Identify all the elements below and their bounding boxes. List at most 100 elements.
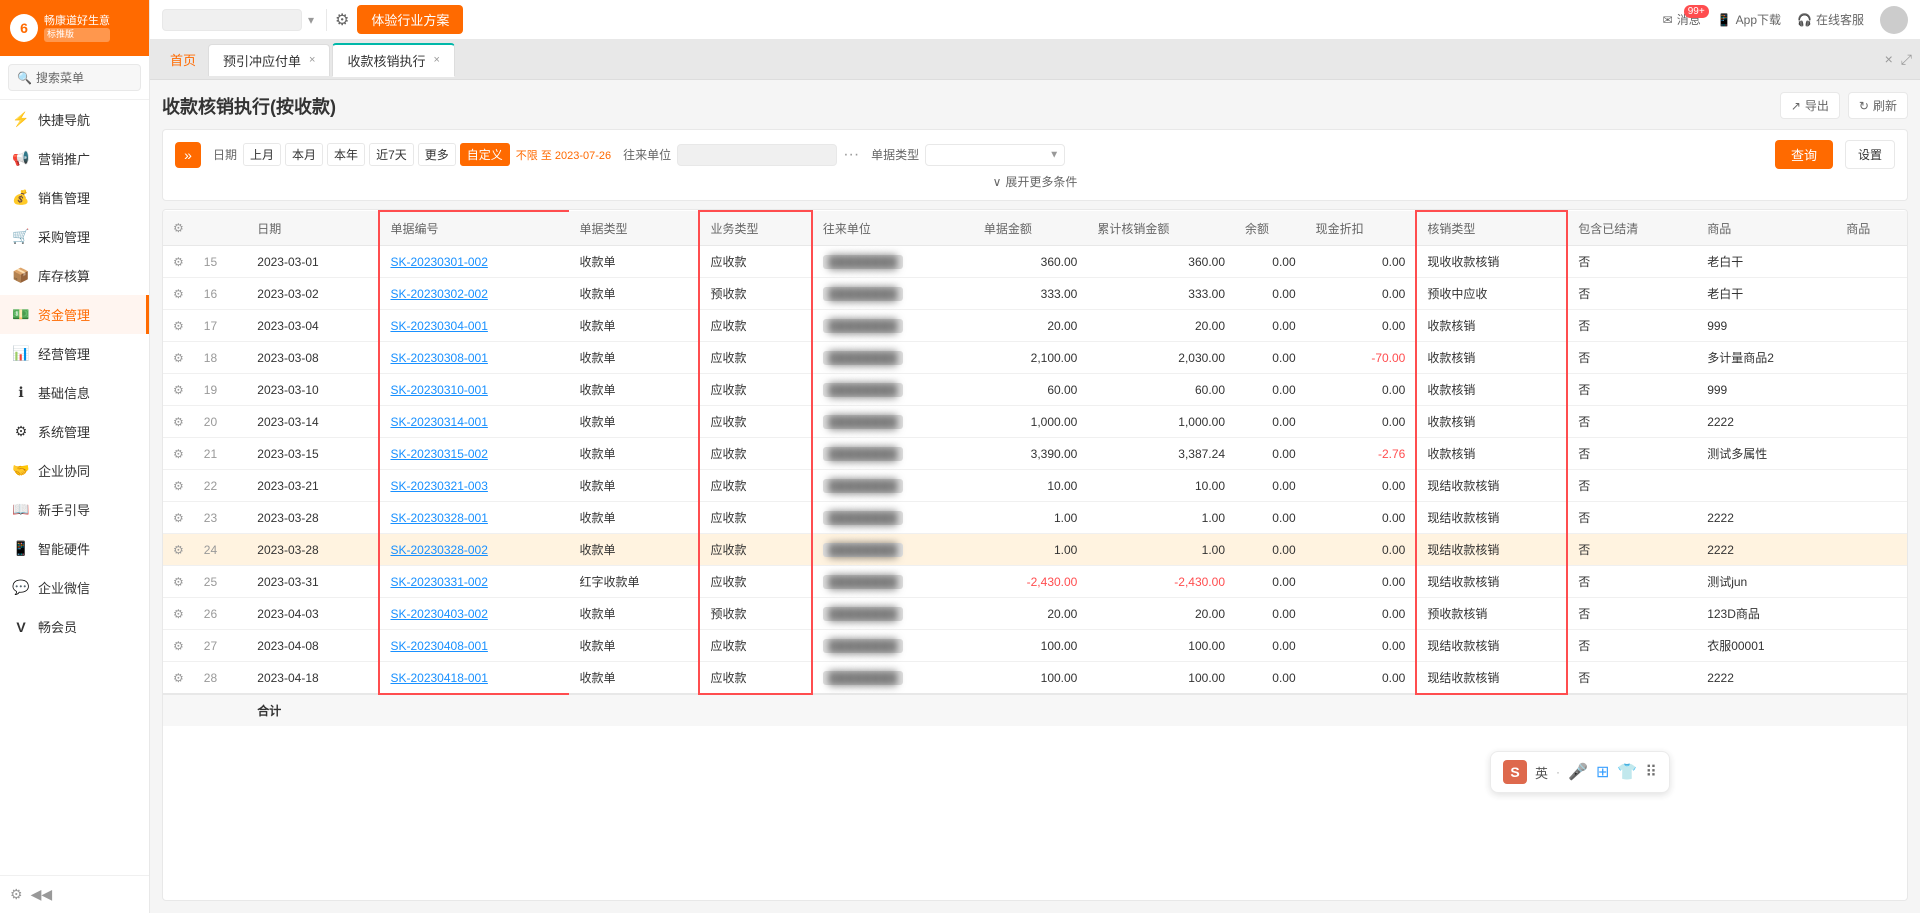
row-bill-no[interactable]: SK-20230304-001	[379, 310, 569, 342]
table-row[interactable]: ⚙ 26 2023-04-03 SK-20230403-002 收款单 预收款 …	[163, 598, 1907, 630]
table-row[interactable]: ⚙ 18 2023-03-08 SK-20230308-001 收款单 应收款 …	[163, 342, 1907, 374]
window-close-button[interactable]: ×	[1885, 51, 1893, 68]
row-settings[interactable]: ⚙	[163, 406, 194, 438]
export-button[interactable]: ↗ 导出	[1780, 92, 1840, 119]
user-avatar[interactable]	[1880, 6, 1908, 34]
app-download-button[interactable]: 📱 App下载	[1717, 11, 1781, 28]
partner-dots-button[interactable]: ···	[843, 146, 859, 164]
topbar-search-input[interactable]	[162, 9, 302, 31]
row-settings[interactable]: ⚙	[163, 630, 194, 662]
table-row[interactable]: ⚙ 17 2023-03-04 SK-20230304-001 收款单 应收款 …	[163, 310, 1907, 342]
row-settings[interactable]: ⚙	[163, 566, 194, 598]
tab1-close-icon[interactable]: ×	[309, 54, 315, 66]
table-row[interactable]: ⚙ 28 2023-04-18 SK-20230418-001 收款单 应收款 …	[163, 662, 1907, 695]
solution-button[interactable]: 体验行业方案	[357, 5, 463, 34]
table-row[interactable]: ⚙ 19 2023-03-10 SK-20230310-001 收款单 应收款 …	[163, 374, 1907, 406]
row-bill-no[interactable]: SK-20230408-001	[379, 630, 569, 662]
row-cash-discount: 0.00	[1306, 406, 1417, 438]
settings-button[interactable]: 设置	[1845, 140, 1895, 169]
sidebar-item-member[interactable]: V 畅会员	[0, 607, 149, 646]
row-settings[interactable]: ⚙	[163, 310, 194, 342]
table-row[interactable]: ⚙ 27 2023-04-08 SK-20230408-001 收款单 应收款 …	[163, 630, 1907, 662]
row-cancel-type: 现结收款核销	[1416, 662, 1567, 695]
row-bill-no[interactable]: SK-20230315-002	[379, 438, 569, 470]
table-row[interactable]: ⚙ 25 2023-03-31 SK-20230331-002 红字收款单 应收…	[163, 566, 1907, 598]
sidebar-item-inventory[interactable]: 📦 库存核算	[0, 256, 149, 295]
topbar-gear-icon[interactable]: ⚙	[335, 10, 349, 30]
row-product2	[1836, 374, 1907, 406]
expand-conditions-button[interactable]: ∨ 展开更多条件	[175, 173, 1895, 190]
col-settings-header[interactable]: ⚙	[163, 211, 194, 246]
table-scroll-area[interactable]: ⚙ 日期 单据编号 单据类型 业务类型 往来单位 单据金额 累计核销金额 余额 …	[163, 210, 1907, 900]
refresh-button[interactable]: ↻ 刷新	[1848, 92, 1908, 119]
page-actions: ↗ 导出 ↻ 刷新	[1780, 92, 1908, 119]
table-row[interactable]: ⚙ 15 2023-03-01 SK-20230301-002 收款单 应收款 …	[163, 246, 1907, 278]
sidebar-item-marketing[interactable]: 📢 营销推广	[0, 139, 149, 178]
search-menu-button[interactable]: 🔍 搜索菜单	[8, 64, 141, 91]
sidebar-item-basics[interactable]: ℹ 基础信息	[0, 373, 149, 412]
row-balance: 0.00	[1235, 534, 1306, 566]
row-settings[interactable]: ⚙	[163, 662, 194, 695]
row-settings[interactable]: ⚙	[163, 598, 194, 630]
table-row[interactable]: ⚙ 16 2023-03-02 SK-20230302-002 收款单 预收款 …	[163, 278, 1907, 310]
row-bill-no[interactable]: SK-20230301-002	[379, 246, 569, 278]
tabbar: 首页 预引冲应付单 × 收款核销执行 × × ⤢	[150, 40, 1920, 80]
sidebar-item-finance[interactable]: 💵 资金管理	[0, 295, 149, 334]
row-bill-no[interactable]: SK-20230331-002	[379, 566, 569, 598]
row-bill-no[interactable]: SK-20230418-001	[379, 662, 569, 695]
sidebar-item-collab[interactable]: 🤝 企业协同	[0, 451, 149, 490]
tab-collection-write-off[interactable]: 收款核销执行 ×	[332, 43, 454, 77]
last-7-days-button[interactable]: 近7天	[369, 143, 414, 166]
home-tab[interactable]: 首页	[158, 44, 208, 75]
row-settings[interactable]: ⚙	[163, 438, 194, 470]
row-bill-no[interactable]: SK-20230310-001	[379, 374, 569, 406]
partner-input[interactable]	[677, 144, 837, 166]
sidebar-collapse-button[interactable]: ◀◀	[31, 886, 53, 903]
table-row[interactable]: ⚙ 22 2023-03-21 SK-20230321-003 收款单 应收款 …	[163, 470, 1907, 502]
topbar-brand: ▾	[162, 9, 327, 31]
bill-type-select[interactable]	[925, 144, 1065, 166]
last-month-button[interactable]: 上月	[243, 143, 281, 166]
tab-prepay-bill[interactable]: 预引冲应付单 ×	[208, 44, 330, 76]
row-cash-discount: 0.00	[1306, 598, 1417, 630]
this-month-button[interactable]: 本月	[285, 143, 323, 166]
row-bill-no[interactable]: SK-20230308-001	[379, 342, 569, 374]
table-row[interactable]: ⚙ 23 2023-03-28 SK-20230328-001 收款单 应收款 …	[163, 502, 1907, 534]
table-row[interactable]: ⚙ 21 2023-03-15 SK-20230315-002 收款单 应收款 …	[163, 438, 1907, 470]
more-date-button[interactable]: 更多	[418, 143, 456, 166]
query-button[interactable]: 查询	[1775, 140, 1833, 169]
row-settings[interactable]: ⚙	[163, 278, 194, 310]
bill-type-select-wrap	[925, 144, 1065, 166]
row-settings[interactable]: ⚙	[163, 342, 194, 374]
messages-button[interactable]: ✉ 消息 99+	[1663, 11, 1701, 28]
table-row[interactable]: ⚙ 24 2023-03-28 SK-20230328-002 收款单 应收款 …	[163, 534, 1907, 566]
sidebar-item-quick-nav[interactable]: ⚡ 快捷导航	[0, 100, 149, 139]
window-expand-button[interactable]: ⤢	[1901, 51, 1912, 68]
sidebar-item-guide[interactable]: 📖 新手引导	[0, 490, 149, 529]
filter-toggle-button[interactable]: »	[175, 142, 201, 168]
sidebar-item-operations[interactable]: 📊 经营管理	[0, 334, 149, 373]
custom-date-button[interactable]: 自定义	[460, 143, 510, 166]
row-settings[interactable]: ⚙	[163, 534, 194, 566]
row-bill-no[interactable]: SK-20230328-002	[379, 534, 569, 566]
row-settings[interactable]: ⚙	[163, 502, 194, 534]
row-bill-no[interactable]: SK-20230314-001	[379, 406, 569, 438]
sidebar-item-hardware[interactable]: 📱 智能硬件	[0, 529, 149, 568]
online-service-button[interactable]: 🎧 在线客服	[1797, 11, 1864, 28]
sidebar-settings-button[interactable]: ⚙	[10, 886, 23, 903]
sidebar-item-sales[interactable]: 💰 销售管理	[0, 178, 149, 217]
row-bill-no[interactable]: SK-20230321-003	[379, 470, 569, 502]
row-settings[interactable]: ⚙	[163, 374, 194, 406]
row-bill-no[interactable]: SK-20230328-001	[379, 502, 569, 534]
this-year-button[interactable]: 本年	[327, 143, 365, 166]
tab2-close-icon[interactable]: ×	[433, 54, 439, 66]
table-row[interactable]: ⚙ 20 2023-03-14 SK-20230314-001 收款单 应收款 …	[163, 406, 1907, 438]
row-settings[interactable]: ⚙	[163, 470, 194, 502]
sidebar-item-purchase[interactable]: 🛒 采购管理	[0, 217, 149, 256]
sidebar-item-wechat[interactable]: 💬 企业微信	[0, 568, 149, 607]
row-bill-no[interactable]: SK-20230403-002	[379, 598, 569, 630]
row-balance: 0.00	[1235, 406, 1306, 438]
row-settings[interactable]: ⚙	[163, 246, 194, 278]
row-bill-no[interactable]: SK-20230302-002	[379, 278, 569, 310]
sidebar-item-system[interactable]: ⚙ 系统管理	[0, 412, 149, 451]
